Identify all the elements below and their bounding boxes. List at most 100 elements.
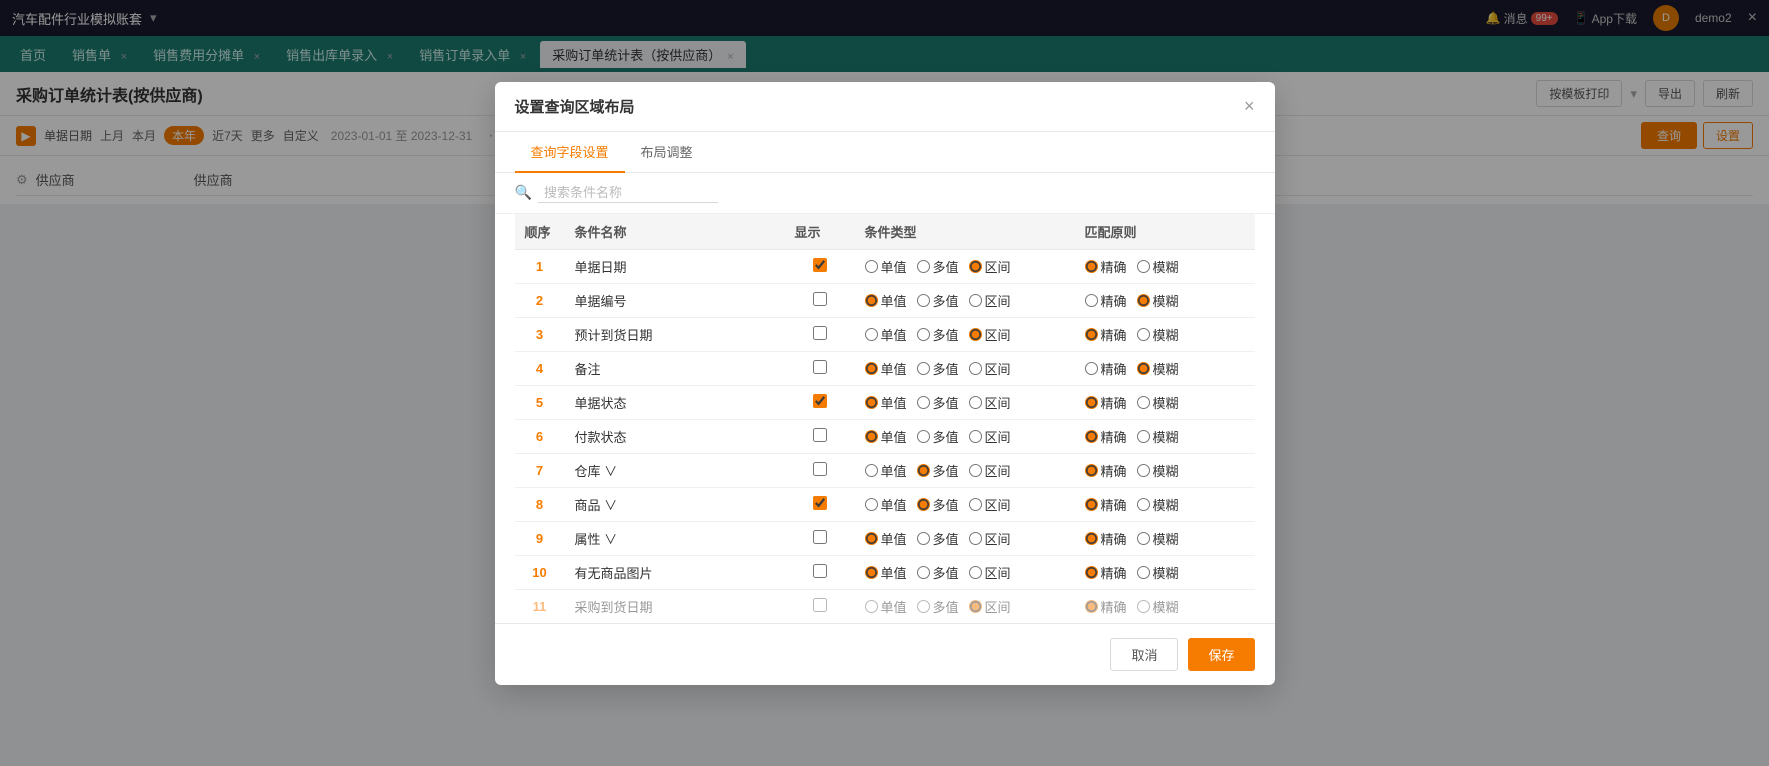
row-type-区间-0[interactable]: 区间 — [969, 257, 1011, 276]
modal-table: 顺序 条件名称 显示 条件类型 匹配原则 1单据日期单值多值区间精确模糊2单据编… — [495, 214, 1275, 623]
row-display-3[interactable] — [785, 351, 855, 385]
row-type-多值-10[interactable]: 多值 — [917, 597, 959, 616]
row-display-2[interactable] — [785, 317, 855, 351]
modal-tab-query-fields[interactable]: 查询字段设置 — [515, 132, 625, 173]
row-match-精确-5[interactable]: 精确 — [1085, 427, 1127, 446]
row-display-7[interactable] — [785, 487, 855, 521]
search-input[interactable] — [538, 183, 718, 203]
row-display-1[interactable] — [785, 283, 855, 317]
row-type-多值-7[interactable]: 多值 — [917, 495, 959, 514]
row-display-checkbox-1[interactable] — [813, 292, 827, 306]
table-row: 2 — [515, 283, 565, 317]
row-type-多值-1[interactable]: 多值 — [917, 291, 959, 310]
row-type-区间-10[interactable]: 区间 — [969, 597, 1011, 616]
row-display-6[interactable] — [785, 453, 855, 487]
row-display-checkbox-6[interactable] — [813, 462, 827, 476]
row-order-5: 6 — [536, 429, 543, 444]
row-type-区间-8[interactable]: 区间 — [969, 529, 1011, 548]
row-type-单值-5[interactable]: 单值 — [865, 427, 907, 446]
row-match-模糊-10[interactable]: 模糊 — [1137, 597, 1179, 616]
row-match-精确-4[interactable]: 精确 — [1085, 393, 1127, 412]
row-display-8[interactable] — [785, 521, 855, 555]
row-type-多值-4[interactable]: 多值 — [917, 393, 959, 412]
row-type-单值-7[interactable]: 单值 — [865, 495, 907, 514]
row-display-checkbox-3[interactable] — [813, 360, 827, 374]
row-match-9: 精确模糊 — [1075, 555, 1255, 589]
row-match-8: 精确模糊 — [1075, 521, 1255, 555]
row-name-10: 采购到货日期 — [565, 589, 785, 623]
row-name-8: 属性 ∨ — [565, 521, 785, 555]
row-type-区间-6[interactable]: 区间 — [969, 461, 1011, 480]
row-type-多值-6[interactable]: 多值 — [917, 461, 959, 480]
row-match-模糊-5[interactable]: 模糊 — [1137, 427, 1179, 446]
row-match-精确-0[interactable]: 精确 — [1085, 257, 1127, 276]
settings-modal: 设置查询区域布局 × 查询字段设置 布局调整 🔍 顺序 条件名称 显示 条件类型 — [495, 82, 1275, 685]
modal-search-area: 🔍 — [495, 173, 1275, 214]
row-display-checkbox-8[interactable] — [813, 530, 827, 544]
cancel-button[interactable]: 取消 — [1110, 638, 1178, 671]
row-type-5: 单值多值区间 — [855, 419, 1075, 453]
row-type-多值-3[interactable]: 多值 — [917, 359, 959, 378]
row-type-单值-6[interactable]: 单值 — [865, 461, 907, 480]
row-type-单值-10[interactable]: 单值 — [865, 597, 907, 616]
row-match-精确-7[interactable]: 精确 — [1085, 495, 1127, 514]
row-type-区间-1[interactable]: 区间 — [969, 291, 1011, 310]
row-match-模糊-8[interactable]: 模糊 — [1137, 529, 1179, 548]
row-match-精确-8[interactable]: 精确 — [1085, 529, 1127, 548]
row-name-5: 付款状态 — [565, 419, 785, 453]
row-match-模糊-9[interactable]: 模糊 — [1137, 563, 1179, 582]
row-type-区间-4[interactable]: 区间 — [969, 393, 1011, 412]
row-match-模糊-3[interactable]: 模糊 — [1137, 359, 1179, 378]
row-display-10[interactable] — [785, 589, 855, 623]
row-type-多值-0[interactable]: 多值 — [917, 257, 959, 276]
row-type-多值-8[interactable]: 多值 — [917, 529, 959, 548]
row-type-多值-9[interactable]: 多值 — [917, 563, 959, 582]
row-type-区间-7[interactable]: 区间 — [969, 495, 1011, 514]
row-type-3: 单值多值区间 — [855, 351, 1075, 385]
row-display-0[interactable] — [785, 249, 855, 283]
row-match-6: 精确模糊 — [1075, 453, 1255, 487]
modal-close-btn[interactable]: × — [1244, 96, 1255, 117]
row-match-模糊-1[interactable]: 模糊 — [1137, 291, 1179, 310]
save-button[interactable]: 保存 — [1188, 638, 1254, 671]
row-name-1: 单据编号 — [565, 283, 785, 317]
row-name-0: 单据日期 — [565, 249, 785, 283]
row-type-多值-5[interactable]: 多值 — [917, 427, 959, 446]
row-display-4[interactable] — [785, 385, 855, 419]
row-display-checkbox-0[interactable] — [813, 258, 827, 272]
col-name-header: 条件名称 — [565, 214, 785, 250]
row-type-区间-5[interactable]: 区间 — [969, 427, 1011, 446]
row-display-9[interactable] — [785, 555, 855, 589]
row-match-精确-9[interactable]: 精确 — [1085, 563, 1127, 582]
row-type-区间-3[interactable]: 区间 — [969, 359, 1011, 378]
row-display-checkbox-2[interactable] — [813, 326, 827, 340]
row-type-单值-0[interactable]: 单值 — [865, 257, 907, 276]
row-display-checkbox-7[interactable] — [813, 496, 827, 510]
row-match-模糊-4[interactable]: 模糊 — [1137, 393, 1179, 412]
row-display-checkbox-9[interactable] — [813, 564, 827, 578]
row-type-单值-3[interactable]: 单值 — [865, 359, 907, 378]
row-match-精确-2[interactable]: 精确 — [1085, 325, 1127, 344]
row-type-区间-2[interactable]: 区间 — [969, 325, 1011, 344]
row-type-单值-2[interactable]: 单值 — [865, 325, 907, 344]
modal-footer: 取消 保存 — [495, 623, 1275, 685]
row-display-5[interactable] — [785, 419, 855, 453]
row-display-checkbox-5[interactable] — [813, 428, 827, 442]
row-match-模糊-7[interactable]: 模糊 — [1137, 495, 1179, 514]
row-match-精确-1[interactable]: 精确 — [1085, 291, 1127, 310]
row-match-模糊-2[interactable]: 模糊 — [1137, 325, 1179, 344]
row-match-模糊-0[interactable]: 模糊 — [1137, 257, 1179, 276]
row-type-单值-8[interactable]: 单值 — [865, 529, 907, 548]
row-match-精确-6[interactable]: 精确 — [1085, 461, 1127, 480]
row-display-checkbox-4[interactable] — [813, 394, 827, 408]
row-type-单值-4[interactable]: 单值 — [865, 393, 907, 412]
row-match-精确-3[interactable]: 精确 — [1085, 359, 1127, 378]
row-type-单值-9[interactable]: 单值 — [865, 563, 907, 582]
row-type-区间-9[interactable]: 区间 — [969, 563, 1011, 582]
row-type-多值-2[interactable]: 多值 — [917, 325, 959, 344]
row-type-单值-1[interactable]: 单值 — [865, 291, 907, 310]
row-display-checkbox-10[interactable] — [813, 598, 827, 612]
row-match-模糊-6[interactable]: 模糊 — [1137, 461, 1179, 480]
row-match-精确-10[interactable]: 精确 — [1085, 597, 1127, 616]
modal-tab-layout[interactable]: 布局调整 — [625, 132, 709, 173]
